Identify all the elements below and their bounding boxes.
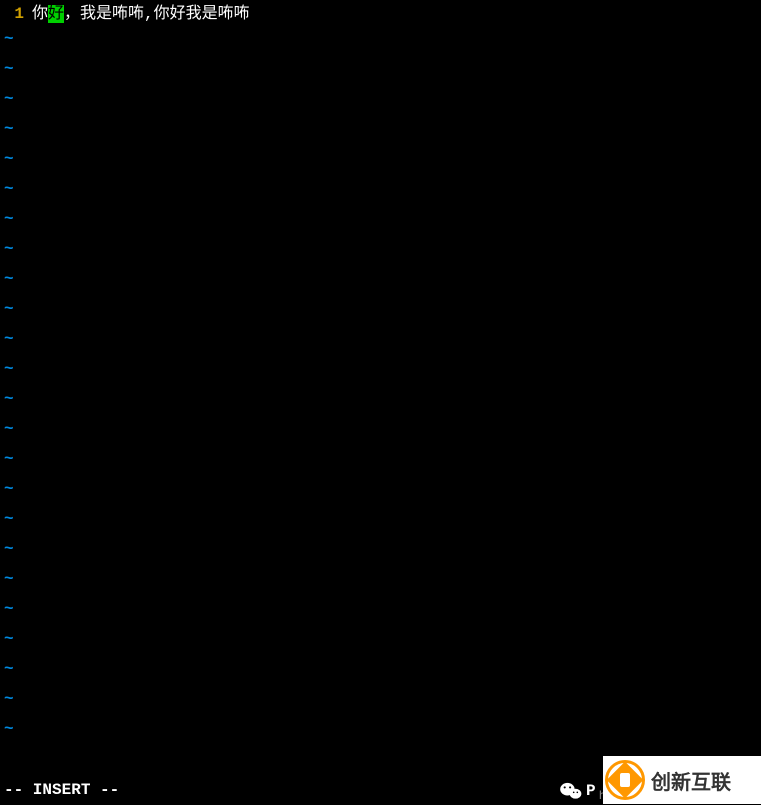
empty-line-marker: ~: [0, 144, 761, 174]
tilde-icon: ~: [4, 570, 14, 588]
empty-line-marker: ~: [0, 564, 761, 594]
tilde-icon: ~: [4, 30, 14, 48]
brand-watermark: 创新互联: [603, 756, 761, 804]
mode-indicator: -- INSERT --: [4, 781, 119, 799]
empty-line-marker: ~: [0, 414, 761, 444]
tilde-icon: ~: [4, 330, 14, 348]
empty-line-marker: ~: [0, 534, 761, 564]
empty-line-marker: ~: [0, 294, 761, 324]
tilde-icon: ~: [4, 480, 14, 498]
line-content[interactable]: 你好，我是咘咘,你好我是咘咘: [28, 4, 250, 24]
empty-line-marker: ~: [0, 174, 761, 204]
line-number: 1: [0, 4, 28, 24]
empty-line-marker: ~: [0, 24, 761, 54]
empty-line-marker: ~: [0, 264, 761, 294]
empty-line-marker: ~: [0, 324, 761, 354]
tilde-icon: ~: [4, 60, 14, 78]
tilde-icon: ~: [4, 360, 14, 378]
tilde-icon: ~: [4, 240, 14, 258]
empty-line-marker: ~: [0, 384, 761, 414]
empty-line-marker: ~: [0, 504, 761, 534]
tilde-icon: ~: [4, 420, 14, 438]
tilde-icon: ~: [4, 660, 14, 678]
tilde-icon: ~: [4, 630, 14, 648]
empty-line-marker: ~: [0, 204, 761, 234]
tilde-icon: ~: [4, 510, 14, 528]
empty-line-marker: ~: [0, 654, 761, 684]
text-before-cursor: 你: [32, 5, 48, 23]
tilde-icon: ~: [4, 120, 14, 138]
empty-line-marker: ~: [0, 54, 761, 84]
empty-line-marker: ~: [0, 84, 761, 114]
tilde-icon: ~: [4, 450, 14, 468]
tilde-icon: ~: [4, 600, 14, 618]
empty-line-marker: ~: [0, 684, 761, 714]
text-after-cursor: ，我是咘咘,你好我是咘咘: [64, 5, 250, 23]
empty-line-marker: ~: [0, 594, 761, 624]
editor-viewport[interactable]: 1 你好，我是咘咘,你好我是咘咘 ~ ~ ~ ~ ~ ~ ~ ~ ~ ~ ~ ~ ~ ~ ~ ~ ~ ~ ~ ~ ~ ~ ~…: [0, 0, 761, 776]
text-line[interactable]: 1 你好，我是咘咘,你好我是咘咘: [0, 4, 761, 24]
empty-line-marker: ~: [0, 354, 761, 384]
tilde-icon: ~: [4, 180, 14, 198]
empty-line-marker: ~: [0, 474, 761, 504]
watermark-letter: P: [586, 782, 596, 800]
wechat-icon: [560, 782, 582, 800]
tilde-icon: ~: [4, 540, 14, 558]
empty-line-marker: ~: [0, 714, 761, 744]
tilde-icon: ~: [4, 390, 14, 408]
empty-line-marker: ~: [0, 114, 761, 144]
tilde-icon: ~: [4, 150, 14, 168]
empty-line-marker: ~: [0, 444, 761, 474]
tilde-icon: ~: [4, 690, 14, 708]
brand-logo-icon: [605, 760, 645, 800]
tilde-icon: ~: [4, 300, 14, 318]
brand-text: 创新互联: [651, 766, 731, 795]
tilde-icon: ~: [4, 90, 14, 108]
tilde-icon: ~: [4, 720, 14, 738]
tilde-icon: ~: [4, 270, 14, 288]
empty-line-marker: ~: [0, 624, 761, 654]
tilde-icon: ~: [4, 210, 14, 228]
wechat-watermark: P: [560, 782, 596, 800]
cursor: 好: [48, 5, 64, 23]
empty-line-marker: ~: [0, 234, 761, 264]
